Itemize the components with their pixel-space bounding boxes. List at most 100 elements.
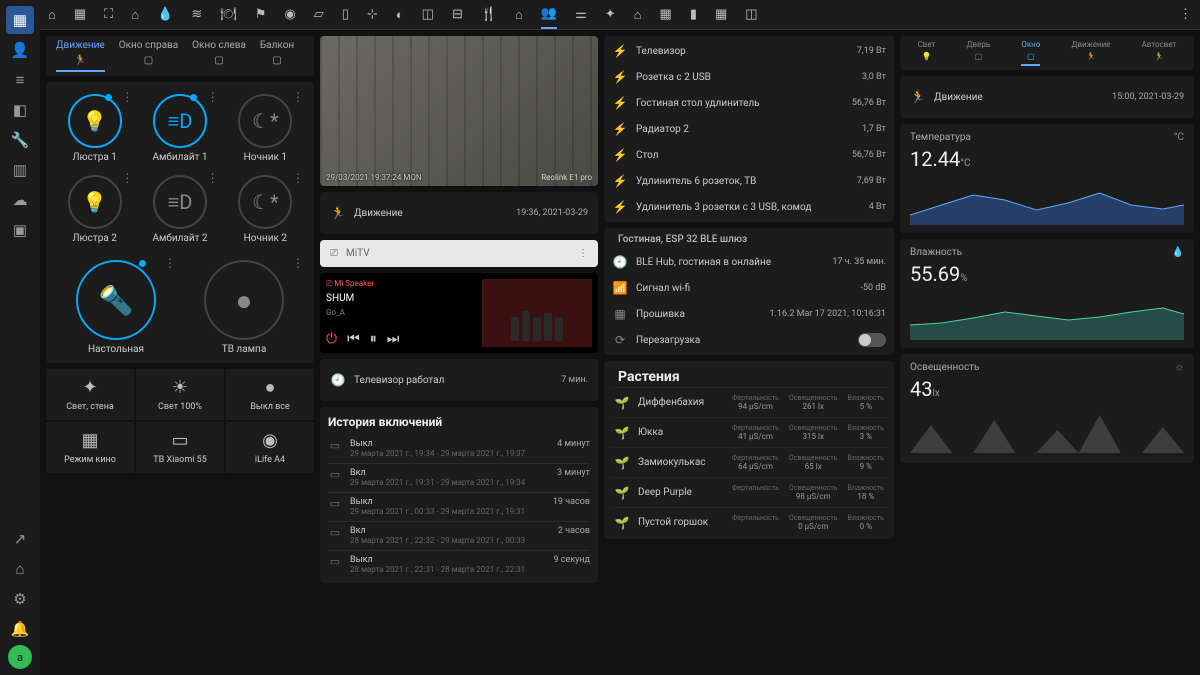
more-icon[interactable]: ⋮ [207,90,219,104]
lux-card[interactable]: Освещенность☼ 43lx [900,354,1194,463]
power-row[interactable]: ⚡Телевизор7,19 Вт [610,38,888,64]
light-ring[interactable]: ≡D [153,175,207,229]
plant-row[interactable]: 🌱ЮккаФертильность41 μS/cmОсвещенность315… [610,417,888,447]
more-icon[interactable]: ⋮ [164,256,176,270]
more-icon[interactable]: ⋮ [292,90,304,104]
light-ring[interactable]: 💡 [68,175,122,229]
user-avatar[interactable]: a [8,645,32,669]
light-ring[interactable]: 💡 [68,94,122,148]
tab-net-icon[interactable]: ⊹ [367,7,378,22]
more-icon[interactable]: ⋮ [121,90,133,104]
light-tab[interactable]: Движение🏃 [56,40,105,72]
power-row[interactable]: ⚡Удлинитель 6 розеток, ТВ7,69 Вт [610,168,888,194]
light-ring[interactable]: ≡D [153,94,207,148]
tab-people-icon[interactable]: 👥 [541,6,557,29]
tab-building-icon[interactable]: ⌂ [515,7,523,23]
rail-wrench-icon[interactable]: 🔧 [6,126,34,154]
reboot-toggle[interactable] [858,333,886,347]
tab-home-icon[interactable]: ⌂ [48,7,56,23]
tab-home2-icon[interactable]: ⌂ [634,7,642,23]
rail-cloud-icon[interactable]: ☁ [6,186,34,214]
gateway-row[interactable]: 📶Сигнал wi-fi-50 dB [610,275,888,301]
light-button[interactable]: ⋮≡DАмбилайт 2 [139,171,220,248]
sensor-tab[interactable]: Свет💡 [918,40,936,66]
tab-cam-icon[interactable]: ◉ [284,7,295,22]
rail-router-icon[interactable]: ▥ [6,156,34,184]
next-icon[interactable]: ⏭ [387,331,400,347]
more-icon[interactable]: ⋮ [207,171,219,185]
plant-row[interactable]: 🌱ДиффенбахияФертильность94 μS/cmОсвещенн… [610,387,888,417]
power-row[interactable]: ⚡Радиатор 21,7 Вт [610,116,888,142]
tv-worked-row[interactable]: 🕘Телевизор работал7 мин. [320,359,598,401]
light-button[interactable]: ⋮💡Люстра 1 [54,90,135,167]
plant-row[interactable]: 🌱Deep PurpleФертильностьОсвещенность98 μ… [610,477,888,507]
pause-icon[interactable]: ⏸ [370,331,377,347]
power-row[interactable]: ⚡Розетка с 2 USB3,0 Вт [610,64,888,90]
sensor-tab[interactable]: Движение🏃 [1071,40,1110,66]
rail-notifications-icon[interactable]: 🔔 [6,615,34,643]
light-ring[interactable]: ☾* [238,175,292,229]
light-tab[interactable]: Балкон▢ [260,40,294,72]
light-tab[interactable]: Окно слева▢ [192,40,246,72]
scene-button[interactable]: ●Выкл все [226,369,314,420]
rail-box-icon[interactable]: ◧ [6,96,34,124]
rail-play-icon[interactable]: ▣ [6,216,34,244]
sensor-tab[interactable]: Окно▢ [1021,40,1040,66]
power-row[interactable]: ⚡Стол56,76 Вт [610,142,888,168]
more-icon[interactable]: ⋮ [292,256,304,270]
rail-devtools-icon[interactable]: ↗ [6,525,34,553]
plant-row[interactable]: 🌱Пустой горшокФертильностьОсвещенность0 … [610,507,888,537]
power-row[interactable]: ⚡Гостиная стол удлинитель56,76 Вт [610,90,888,116]
tab-map-icon[interactable]: ⛶ [104,7,113,22]
scene-button[interactable]: ◉iLife A4 [226,422,314,473]
reboot-row[interactable]: ⟳Перезагрузка [610,327,888,353]
tab-slider-icon[interactable]: ⚌ [575,7,587,22]
rail-dashboard-icon[interactable]: ▦ [6,6,34,34]
light-button[interactable]: ⋮💡Люстра 2 [54,171,135,248]
more-icon[interactable]: ⋮ [121,171,133,185]
scene-button[interactable]: ▦Режим кино [46,422,134,473]
tab-panel-icon[interactable]: ◫ [745,7,757,22]
tab-cart-icon[interactable]: ⊟ [452,7,463,22]
history-row[interactable]: ▭Выкл28 марта 2021 г., 22:31 - 28 марта … [328,550,590,579]
overflow-menu-icon[interactable]: ⋮ [1179,7,1192,22]
tab-radiator-icon[interactable]: ≋ [191,7,202,22]
rail-settings-icon[interactable]: ⚙ [6,585,34,613]
tab-door-icon[interactable]: ▯ [342,7,349,22]
humidity-card[interactable]: Влажность💧 55.69% [900,239,1194,348]
tab-cutlery-icon[interactable]: 🍴 [481,7,497,22]
history-row[interactable]: ▭Выкл29 марта 2021 г., 19:34 - 29 марта … [328,435,590,463]
tab-food-icon[interactable]: 🍽 [220,7,237,22]
sensor-motion-row[interactable]: 🏃Движение15:00, 2021-03-29 [900,76,1194,118]
light-button[interactable]: ⋮☾*Ночник 2 [225,171,306,248]
prev-icon[interactable]: ⏮ [347,331,360,347]
tab-house-icon[interactable]: ⌂ [131,7,139,23]
tab-plug-icon[interactable]: ◫ [422,7,434,22]
light-button-large[interactable]: ⋮●ТВ лампа [182,256,306,359]
gateway-row[interactable]: 🕘BLE Hub, гостиная в онлайне17 ч. 35 мин… [610,249,888,275]
mitv-card[interactable]: ⎚ MiTV ⋮ [320,240,598,267]
light-ring[interactable]: ☾* [238,94,292,148]
tab-cal2-icon[interactable]: ▦ [660,7,672,22]
tab-grid-icon[interactable]: ▦ [715,7,727,22]
scene-button[interactable]: ▭ТВ Xiaomi 55 [136,422,224,473]
tab-book-icon[interactable]: ▮ [690,7,697,22]
sensor-tab[interactable]: Автосвет🏃 [1142,40,1177,66]
light-ring[interactable]: ● [204,260,284,340]
rail-list-icon[interactable]: ≡ [6,66,34,94]
plant-row[interactable]: 🌱ЗамиокулькасФертильность64 μS/cmОсвещен… [610,447,888,477]
light-button[interactable]: ⋮≡DАмбилайт 1 [139,90,220,167]
tab-star-icon[interactable]: ✦ [605,7,616,22]
tab-flag-icon[interactable]: ⚑ [255,7,267,22]
tab-drop-icon[interactable]: 💧 [157,7,173,22]
sensor-tab[interactable]: Дверь▢ [967,40,991,66]
motion-row[interactable]: 🏃Движение19:36, 2021-03-29 [320,192,598,234]
history-row[interactable]: ▭Вкл28 марта 2021 г., 22:32 - 29 марта 2… [328,521,590,550]
light-button-large[interactable]: ⋮🔦Настольная [54,256,178,359]
more-icon[interactable]: ⋮ [292,171,304,185]
tab-calendar-icon[interactable]: ▦ [74,7,86,22]
gateway-row[interactable]: ▦Прошивка1.16.2 Mar 17 2021, 10:16:31 [610,301,888,327]
history-row[interactable]: ▭Вкл29 марта 2021 г., 19:31 - 29 марта 2… [328,463,590,492]
more-icon[interactable]: ⋮ [578,248,588,259]
power-icon[interactable]: ⏻ [326,331,337,347]
